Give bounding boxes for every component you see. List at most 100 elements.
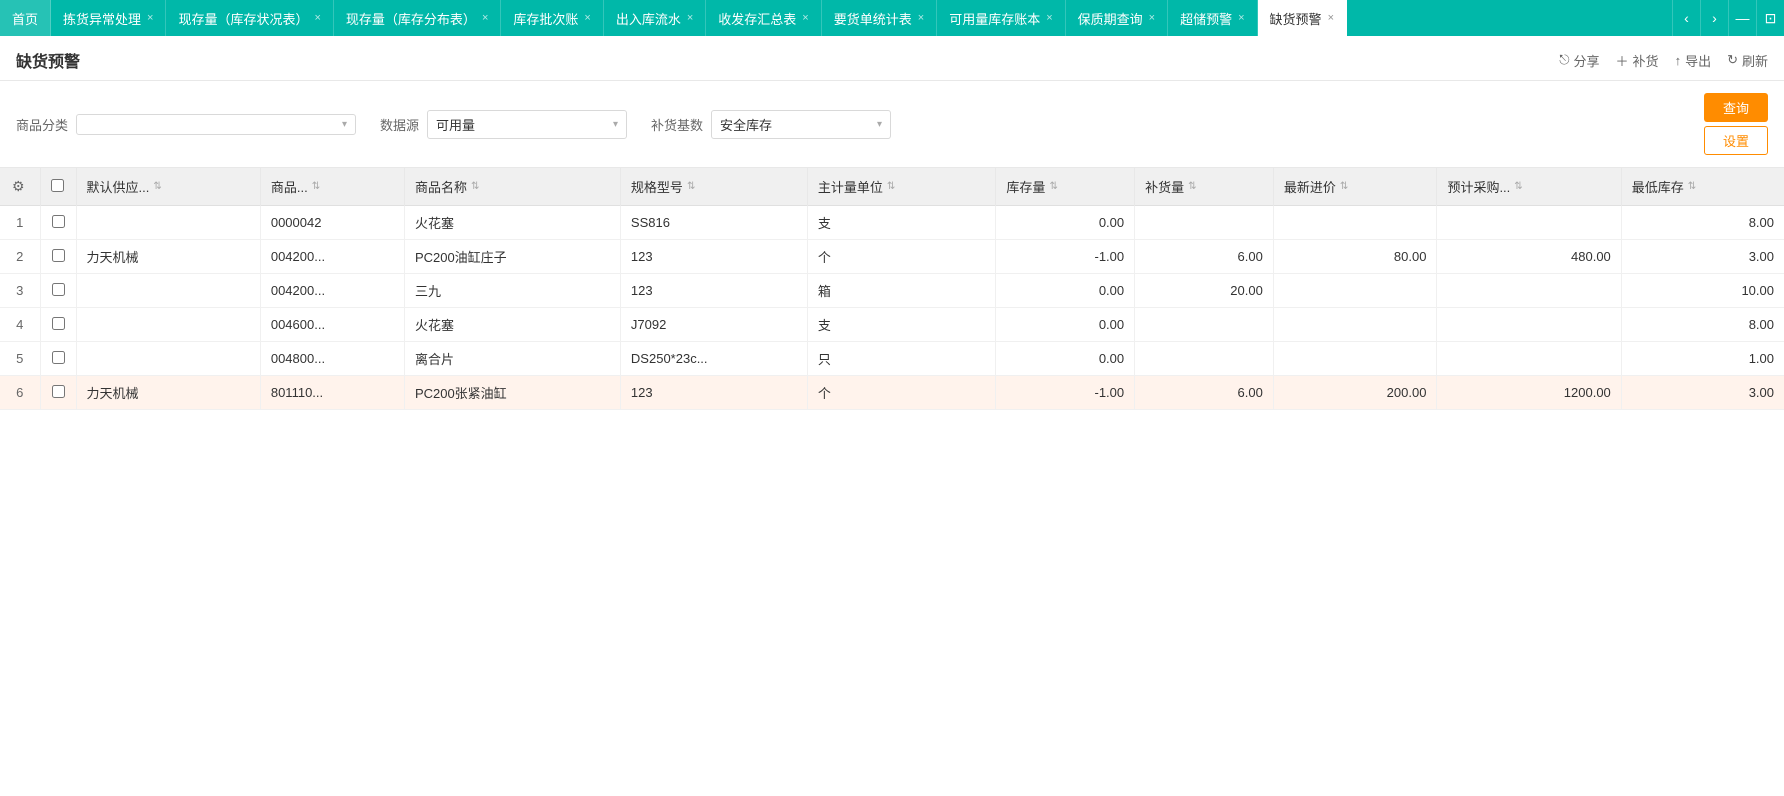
nav-tab-close-9[interactable]: × — [1149, 12, 1155, 24]
row-unit-0: 支 — [807, 206, 996, 240]
col-product-name: 商品名称 ⇅ — [404, 168, 620, 206]
nav-tab-0[interactable]: 首页 — [0, 0, 51, 36]
row-checkbox-3[interactable] — [52, 317, 65, 330]
row-supplier-3 — [76, 308, 260, 342]
col-latest-price: 最新进价 ⇅ — [1273, 168, 1437, 206]
nav-next-btn[interactable]: › — [1700, 0, 1728, 36]
nav-minimize-btn[interactable]: — — [1728, 0, 1756, 36]
nav-controls: ‹ › — ⊡ — [1672, 0, 1784, 36]
table-row: 6力天机械801110...PC200张紧油缸123个-1.006.00200.… — [0, 376, 1784, 410]
nav-tab-close-5[interactable]: × — [687, 12, 693, 24]
select-all-checkbox[interactable] — [51, 179, 64, 192]
sort-icon-stock: ⇅ — [1049, 181, 1057, 192]
row-product-code-3: 004600... — [260, 308, 404, 342]
row-latest-price-5: 200.00 — [1273, 376, 1437, 410]
settings-button[interactable]: 设置 — [1704, 126, 1768, 155]
nav-tab-2[interactable]: 现存量（库存状况表）× — [166, 0, 333, 36]
sort-product-code[interactable]: 商品... ⇅ — [271, 177, 320, 196]
replenish-basis-select[interactable]: 安全库存 ▾ — [711, 110, 891, 139]
col-unit: 主计量单位 ⇅ — [807, 168, 996, 206]
sort-icon-name: ⇅ — [471, 181, 479, 192]
row-supplier-0 — [76, 206, 260, 240]
row-replenish-qty-4 — [1135, 342, 1274, 376]
share-icon: ⎋ — [1559, 52, 1569, 68]
nav-tab-close-10[interactable]: × — [1238, 12, 1244, 24]
sort-icon-replenish-qty: ⇅ — [1188, 181, 1196, 192]
replenish-basis-select-value: 安全库存 — [720, 115, 772, 134]
nav-tab-8[interactable]: 可用量库存账本× — [937, 0, 1065, 36]
row-product-name-1: PC200油缸庄子 — [404, 240, 620, 274]
row-checkbox-2[interactable] — [52, 283, 65, 296]
sort-product-name[interactable]: 商品名称 ⇅ — [415, 177, 479, 196]
nav-tab-4[interactable]: 库存批次账× — [501, 0, 603, 36]
table-row: 10000042火花塞SS816支0.008.00 — [0, 206, 1784, 240]
row-num-0: 1 — [0, 206, 40, 240]
row-checkbox-cell-4 — [40, 342, 76, 376]
nav-tab-close-2[interactable]: × — [314, 12, 320, 24]
export-button[interactable]: ↑ 导出 — [1675, 51, 1712, 70]
datasource-select-value: 可用量 — [436, 115, 475, 134]
table-wrapper: ⚙ 默认供应... ⇅ 商品... ⇅ — [0, 168, 1784, 410]
table-settings-button[interactable]: ⚙ — [10, 176, 27, 197]
nav-maximize-btn[interactable]: ⊡ — [1756, 0, 1784, 36]
row-replenish-qty-1: 6.00 — [1135, 240, 1274, 274]
nav-tab-1[interactable]: 拣货异常处理× — [51, 0, 166, 36]
row-checkbox-5[interactable] — [52, 385, 65, 398]
row-product-name-4: 离合片 — [404, 342, 620, 376]
query-button[interactable]: 查询 — [1704, 93, 1768, 122]
nav-tab-6[interactable]: 收发存汇总表× — [706, 0, 821, 36]
row-min-stock-5: 3.00 — [1621, 376, 1784, 410]
sort-latest-price[interactable]: 最新进价 ⇅ — [1284, 177, 1348, 196]
row-replenish-qty-0 — [1135, 206, 1274, 240]
row-product-code-5: 801110... — [260, 376, 404, 410]
row-spec-1: 123 — [620, 240, 807, 274]
nav-tab-11[interactable]: 缺货预警× — [1258, 0, 1347, 36]
row-spec-3: J7092 — [620, 308, 807, 342]
nav-tab-close-7[interactable]: × — [918, 12, 924, 24]
nav-tab-10[interactable]: 超储预警× — [1168, 0, 1257, 36]
col-min-stock: 最低库存 ⇅ — [1621, 168, 1784, 206]
nav-tab-3[interactable]: 现存量（库存分布表）× — [334, 0, 501, 36]
refresh-button[interactable]: ↻ 刷新 — [1727, 51, 1768, 70]
replenish-button[interactable]: ＋ 补货 — [1616, 51, 1659, 70]
page-title: 缺货预警 — [16, 48, 80, 72]
sort-default-supplier[interactable]: 默认供应... ⇅ — [87, 177, 162, 196]
sort-spec[interactable]: 规格型号 ⇅ — [631, 177, 695, 196]
row-checkbox-1[interactable] — [52, 249, 65, 262]
sort-unit[interactable]: 主计量单位 ⇅ — [818, 177, 895, 196]
sort-replenish-qty[interactable]: 补货量 ⇅ — [1145, 177, 1196, 196]
nav-tab-5[interactable]: 出入库流水× — [604, 0, 706, 36]
row-checkbox-cell-5 — [40, 376, 76, 410]
nav-tab-close-3[interactable]: × — [482, 12, 488, 24]
row-checkbox-4[interactable] — [52, 351, 65, 364]
nav-prev-btn[interactable]: ‹ — [1672, 0, 1700, 36]
row-stock-0: 0.00 — [996, 206, 1135, 240]
nav-tab-7[interactable]: 要货单统计表× — [822, 0, 937, 36]
sort-icon-supplier: ⇅ — [153, 181, 161, 192]
sort-estimated-purchase[interactable]: 预计采购... ⇅ — [1447, 177, 1522, 196]
row-estimated-purchase-5: 1200.00 — [1437, 376, 1621, 410]
nav-tab-9[interactable]: 保质期查询× — [1066, 0, 1168, 36]
row-product-name-3: 火花塞 — [404, 308, 620, 342]
refresh-icon: ↻ — [1727, 52, 1738, 68]
nav-tab-close-4[interactable]: × — [584, 12, 590, 24]
replenish-icon: ＋ — [1616, 51, 1629, 70]
col-spec: 规格型号 ⇅ — [620, 168, 807, 206]
row-estimated-purchase-4 — [1437, 342, 1621, 376]
nav-tab-close-8[interactable]: × — [1046, 12, 1052, 24]
sort-icon-spec: ⇅ — [687, 181, 695, 192]
sort-icon-min-stock: ⇅ — [1688, 181, 1696, 192]
nav-tab-close-1[interactable]: × — [147, 12, 153, 24]
row-replenish-qty-2: 20.00 — [1135, 274, 1274, 308]
row-unit-4: 只 — [807, 342, 996, 376]
nav-tab-close-11[interactable]: × — [1328, 12, 1334, 24]
datasource-select[interactable]: 可用量 ▾ — [427, 110, 627, 139]
row-checkbox-0[interactable] — [52, 215, 65, 228]
category-select[interactable]: ▾ — [76, 114, 356, 135]
row-checkbox-cell-2 — [40, 274, 76, 308]
category-label: 商品分类 — [16, 115, 68, 134]
sort-stock[interactable]: 库存量 ⇅ — [1006, 177, 1057, 196]
sort-min-stock[interactable]: 最低库存 ⇅ — [1632, 177, 1696, 196]
share-button[interactable]: ⎋ 分享 — [1559, 51, 1599, 70]
nav-tab-close-6[interactable]: × — [802, 12, 808, 24]
